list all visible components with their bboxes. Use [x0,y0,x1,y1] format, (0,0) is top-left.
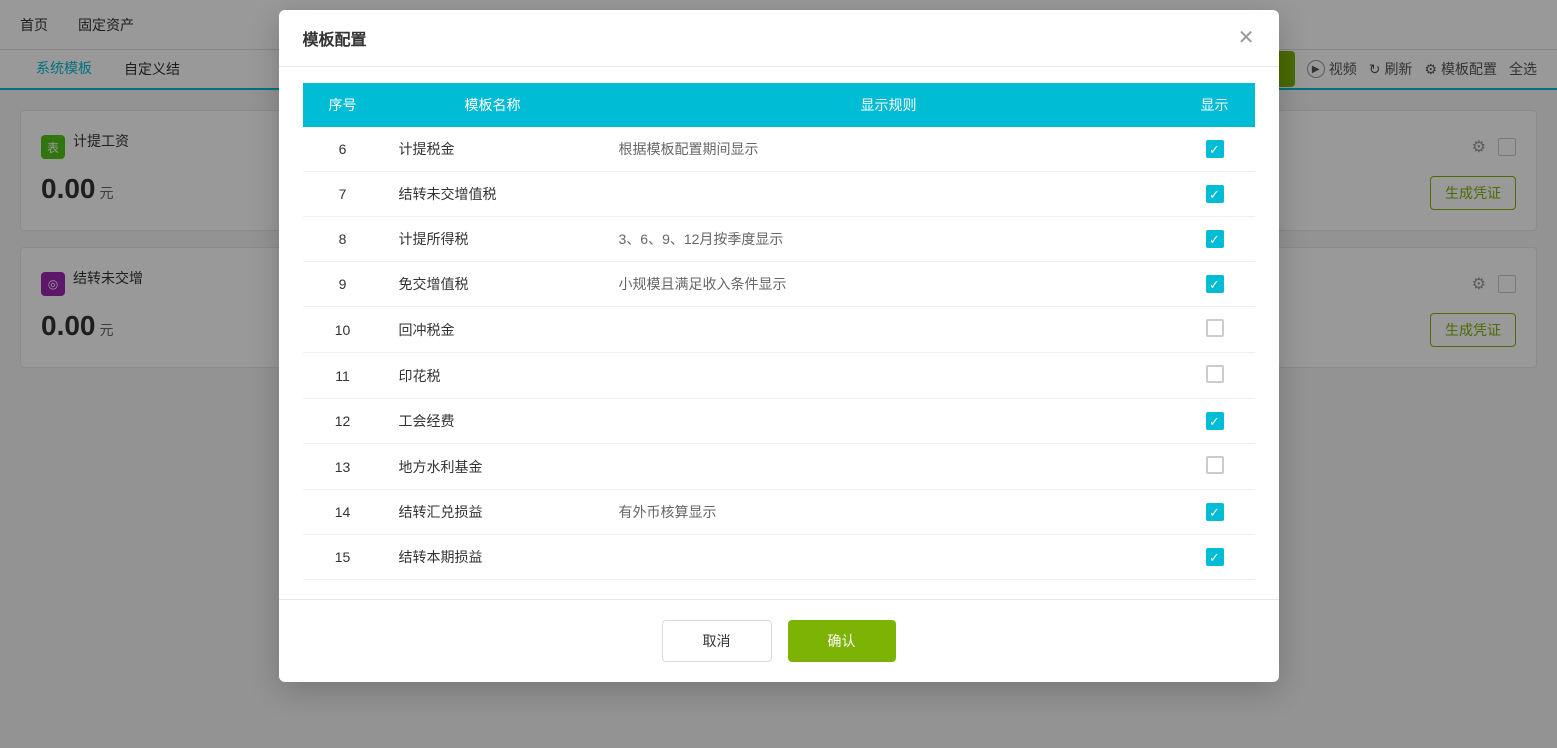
dialog-header: 模板配置 ✕ [279,10,1279,67]
table-row: 15结转本期损益 [303,535,1255,580]
table-row: 6计提税金根据模板配置期间显示 [303,127,1255,172]
row-name-6: 计提税金 [383,127,603,172]
row-checkbox-cell-11 [1175,353,1255,399]
row-name-9: 免交增值税 [383,262,603,307]
table-header-row: 序号 模板名称 显示规则 显示 [303,83,1255,127]
config-table: 序号 模板名称 显示规则 显示 6计提税金根据模板配置期间显示7结转未交增值税8… [303,83,1255,583]
row-index-12: 12 [303,399,383,444]
row-checkbox-9[interactable] [1206,275,1224,293]
row-name-7: 结转未交增值税 [383,172,603,217]
dialog-close-button[interactable]: ✕ [1238,28,1255,48]
table-scroll-area[interactable]: 序号 模板名称 显示规则 显示 6计提税金根据模板配置期间显示7结转未交增值税8… [303,83,1255,583]
row-rule-15 [603,535,1175,580]
row-rule-10 [603,307,1175,353]
table-row: 8计提所得税3、6、9、12月按季度显示 [303,217,1255,262]
row-name-8: 计提所得税 [383,217,603,262]
dialog-footer: 取消 确认 [279,599,1279,682]
row-checkbox-13[interactable] [1206,456,1224,474]
row-checkbox-cell-7 [1175,172,1255,217]
col-header-display: 显示 [1175,83,1255,127]
row-checkbox-cell-12 [1175,399,1255,444]
row-rule-12 [603,399,1175,444]
row-rule-6: 根据模板配置期间显示 [603,127,1175,172]
table-row: 7结转未交增值税 [303,172,1255,217]
row-name-10: 回冲税金 [383,307,603,353]
row-checkbox-11[interactable] [1206,365,1224,383]
row-index-16: 16 [303,580,383,584]
row-index-10: 10 [303,307,383,353]
row-name-13: 地方水利基金 [383,444,603,490]
row-rule-8: 3、6、9、12月按季度显示 [603,217,1175,262]
row-index-15: 15 [303,535,383,580]
table-row: 12工会经费 [303,399,1255,444]
row-name-15: 结转本期损益 [383,535,603,580]
modal-overlay: 模板配置 ✕ 序号 模板名称 显示规则 显示 6计提税金根据模板配置期间显 [0,0,1557,748]
row-index-7: 7 [303,172,383,217]
row-checkbox-cell-10 [1175,307,1255,353]
row-index-14: 14 [303,490,383,535]
table-row: 16结转未分配利润12月份显示 [303,580,1255,584]
row-rule-9: 小规模且满足收入条件显示 [603,262,1175,307]
row-name-12: 工会经费 [383,399,603,444]
row-rule-7 [603,172,1175,217]
row-rule-13 [603,444,1175,490]
row-checkbox-cell-9 [1175,262,1255,307]
row-index-9: 9 [303,262,383,307]
row-checkbox-cell-14 [1175,490,1255,535]
row-name-14: 结转汇兑损益 [383,490,603,535]
table-row: 11印花税 [303,353,1255,399]
table-row: 9免交增值税小规模且满足收入条件显示 [303,262,1255,307]
row-checkbox-cell-13 [1175,444,1255,490]
confirm-button[interactable]: 确认 [788,620,896,662]
row-checkbox-10[interactable] [1206,319,1224,337]
col-header-name: 模板名称 [383,83,603,127]
row-checkbox-cell-8 [1175,217,1255,262]
row-index-6: 6 [303,127,383,172]
col-header-index: 序号 [303,83,383,127]
row-checkbox-12[interactable] [1206,412,1224,430]
dialog-body: 序号 模板名称 显示规则 显示 6计提税金根据模板配置期间显示7结转未交增值税8… [279,67,1279,599]
row-rule-16: 12月份显示 [603,580,1175,584]
row-name-11: 印花税 [383,353,603,399]
table-row: 10回冲税金 [303,307,1255,353]
row-name-16: 结转未分配利润 [383,580,603,584]
row-checkbox-14[interactable] [1206,503,1224,521]
dialog-title: 模板配置 [303,26,367,50]
row-index-11: 11 [303,353,383,399]
row-checkbox-8[interactable] [1206,230,1224,248]
table-row: 14结转汇兑损益有外币核算显示 [303,490,1255,535]
template-config-dialog: 模板配置 ✕ 序号 模板名称 显示规则 显示 6计提税金根据模板配置期间显 [279,10,1279,682]
row-rule-14: 有外币核算显示 [603,490,1175,535]
row-checkbox-15[interactable] [1206,548,1224,566]
col-header-rule: 显示规则 [603,83,1175,127]
cancel-button[interactable]: 取消 [662,620,772,662]
row-index-13: 13 [303,444,383,490]
row-checkbox-cell-16 [1175,580,1255,584]
row-checkbox-7[interactable] [1206,185,1224,203]
row-checkbox-cell-15 [1175,535,1255,580]
table-row: 13地方水利基金 [303,444,1255,490]
row-checkbox-cell-6 [1175,127,1255,172]
row-checkbox-6[interactable] [1206,140,1224,158]
row-rule-11 [603,353,1175,399]
row-index-8: 8 [303,217,383,262]
